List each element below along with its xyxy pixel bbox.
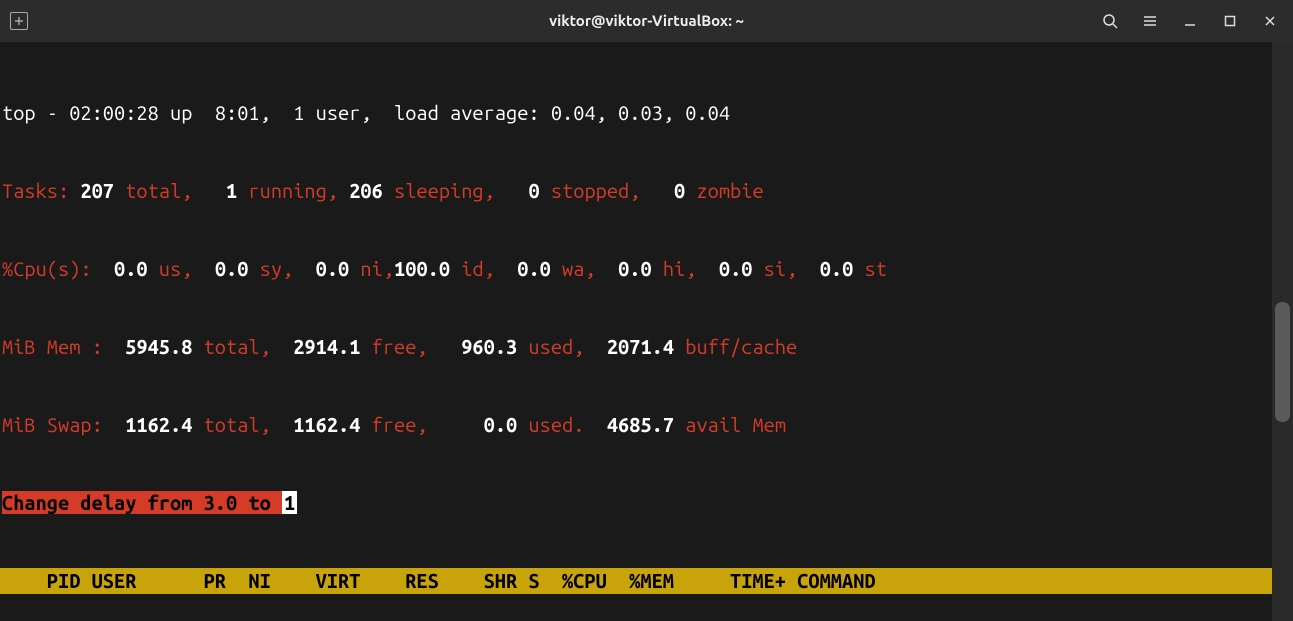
scrollbar-thumb[interactable] — [1275, 302, 1290, 422]
top-tasks-line: Tasks: 207 total, 1 running, 206 sleepin… — [0, 178, 1293, 204]
terminal-output[interactable]: top - 02:00:28 up 8:01, 1 user, load ave… — [0, 42, 1293, 621]
menu-icon[interactable] — [1141, 12, 1159, 30]
top-swap-line: MiB Swap: 1162.4 total, 1162.4 free, 0.0… — [0, 412, 1293, 438]
scrollbar[interactable] — [1272, 42, 1293, 621]
process-header: PID USER PR NI VIRT RES SHR S %CPU %MEM … — [0, 568, 1272, 594]
search-icon[interactable] — [1101, 12, 1119, 30]
minimize-icon[interactable] — [1181, 12, 1199, 30]
delay-input[interactable]: 1 — [282, 491, 297, 514]
maximize-icon[interactable] — [1221, 12, 1239, 30]
top-mem-line: MiB Mem : 5945.8 total, 2914.1 free, 960… — [0, 334, 1293, 360]
top-cpu-line: %Cpu(s): 0.0 us, 0.0 sy, 0.0 ni,100.0 id… — [0, 256, 1293, 282]
top-delay-prompt[interactable]: Change delay from 3.0 to 1 — [0, 490, 1293, 516]
new-tab-button[interactable] — [10, 12, 28, 30]
close-icon[interactable] — [1261, 12, 1279, 30]
window-title: viktor@viktor-VirtualBox: ~ — [0, 8, 1293, 34]
window-titlebar: viktor@viktor-VirtualBox: ~ — [0, 0, 1293, 42]
top-summary-line: top - 02:00:28 up 8:01, 1 user, load ave… — [0, 100, 1293, 126]
